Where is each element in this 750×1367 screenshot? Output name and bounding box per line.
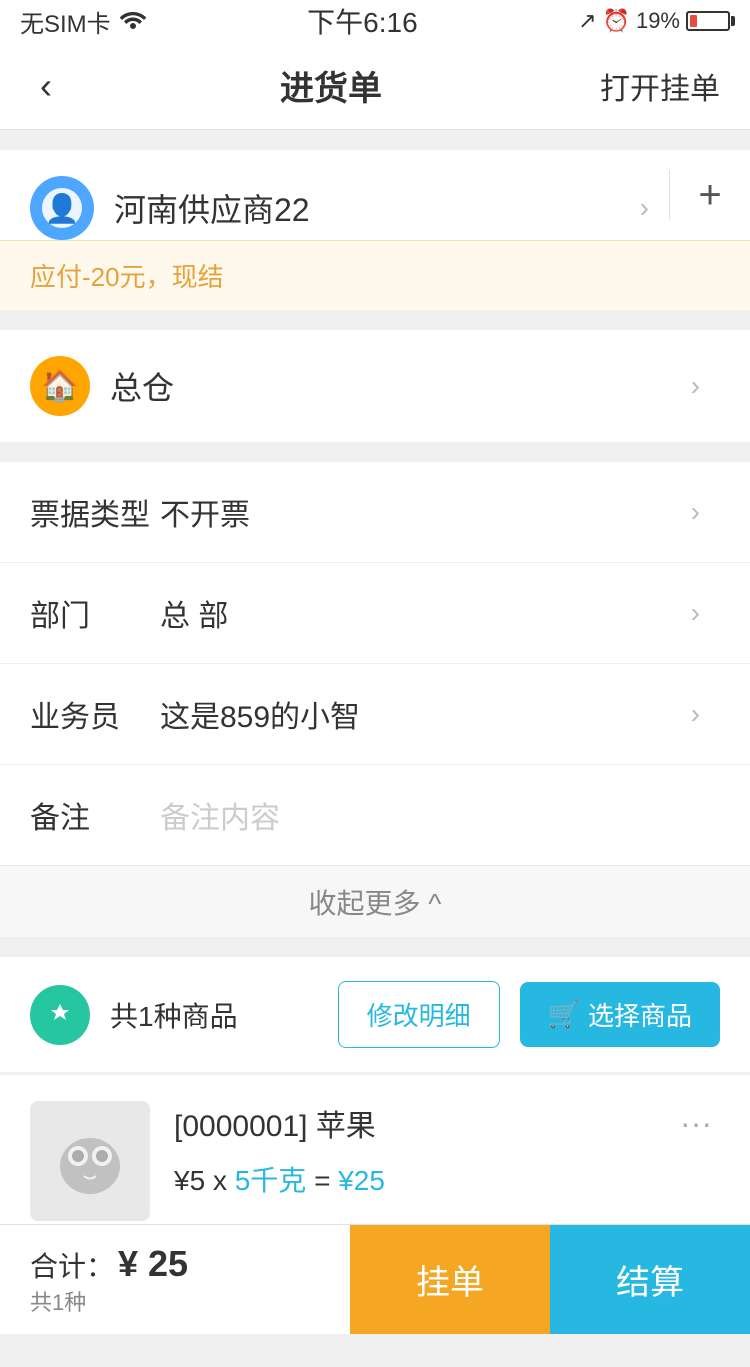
department-chevron-icon: ›: [671, 597, 720, 629]
remark-row[interactable]: 备注 备注内容: [0, 765, 750, 865]
notice-bar: 应付-20元，现结: [0, 240, 750, 310]
form-section: 票据类型 不开票 › 部门 总 部 › 业务员 这是859的小智 › 备注 备注…: [0, 462, 750, 865]
product-thumbnail: [30, 1101, 150, 1221]
product-count-label: 共1种商品: [110, 995, 318, 1035]
collapse-label: 收起更多 ^: [309, 882, 442, 922]
status-left: 无SIM卡: [20, 4, 147, 39]
warehouse-icon: 🏠: [30, 356, 90, 416]
total-prefix: 合计：: [30, 1245, 114, 1285]
warehouse-selector[interactable]: 🏠 总仓 ›: [0, 330, 750, 442]
cart-icon: 🛒: [548, 999, 580, 1030]
line-total: ¥25: [338, 1165, 385, 1196]
department-label: 部门: [30, 591, 160, 635]
total-amount: ¥ 25: [118, 1243, 188, 1285]
page-title: 进货单: [280, 61, 382, 110]
location-icon: ↗: [578, 8, 596, 34]
ticket-type-value: 不开票: [160, 490, 671, 534]
total-section: 合计： ¥ 25 共1种: [0, 1225, 350, 1334]
product-item: [0000001] 苹果 ¥5 x 5千克 = ¥25 ···: [0, 1074, 750, 1247]
ticket-type-row[interactable]: 票据类型 不开票 ›: [0, 462, 750, 563]
supplier-section: 👤 河南供应商22 › +: [0, 150, 750, 240]
hang-button[interactable]: 挂单: [350, 1225, 550, 1334]
product-title: 苹果: [316, 1110, 376, 1143]
supplier-avatar: 👤: [30, 176, 94, 240]
alarm-icon: ⏰: [603, 8, 630, 34]
equals-symbol: =: [314, 1165, 338, 1196]
wifi-icon: [119, 7, 147, 36]
collapse-bar[interactable]: 收起更多 ^: [0, 865, 750, 937]
back-button[interactable]: ‹: [30, 55, 62, 117]
chevron-right-icon: ›: [620, 192, 669, 224]
product-header: 共1种商品 修改明细 🛒 选择商品: [0, 957, 750, 1072]
open-hang-button[interactable]: 打开挂单: [600, 64, 720, 108]
multiply-symbol: x: [213, 1165, 235, 1196]
warehouse-chevron-icon: ›: [671, 370, 720, 402]
nav-bar: ‹ 进货单 打开挂单: [0, 42, 750, 130]
section-gap-1: [0, 130, 750, 150]
battery-percent: 19%: [636, 8, 680, 34]
product-price: ¥5 x 5千克 = ¥25: [174, 1159, 672, 1199]
battery-icon: [686, 11, 730, 31]
bottom-bar: 合计： ¥ 25 共1种 挂单 结算: [0, 1224, 750, 1334]
status-bar: 无SIM卡 下午6:16 ↗ ⏰ 19%: [0, 0, 750, 42]
department-row[interactable]: 部门 总 部 ›: [0, 563, 750, 664]
product-info: [0000001] 苹果 ¥5 x 5千克 = ¥25: [174, 1101, 672, 1199]
status-right: ↗ ⏰ 19%: [578, 8, 730, 34]
salesperson-chevron-icon: ›: [671, 698, 720, 730]
salesperson-value: 这是859的小智: [160, 692, 671, 736]
unit-price: ¥5: [174, 1165, 205, 1196]
section-gap-2: [0, 310, 750, 330]
remark-input[interactable]: 备注内容: [160, 793, 720, 837]
person-icon: 👤: [45, 192, 80, 225]
quantity: 5千克: [235, 1165, 307, 1196]
product-code: [0000001]: [174, 1110, 307, 1143]
add-supplier-button[interactable]: +: [670, 150, 750, 240]
warehouse-name: 总仓: [110, 363, 671, 409]
select-product-button[interactable]: 🛒 选择商品: [520, 982, 720, 1047]
notice-text: 应付-20元，现结: [30, 262, 224, 292]
product-count-icon: [30, 985, 90, 1045]
ticket-type-chevron-icon: ›: [671, 496, 720, 528]
checkout-button[interactable]: 结算: [550, 1225, 750, 1334]
section-gap-3: [0, 442, 750, 462]
department-value: 总 部: [160, 591, 671, 635]
status-time: 下午6:16: [307, 1, 418, 41]
salesperson-row[interactable]: 业务员 这是859的小智 ›: [0, 664, 750, 765]
modify-detail-button[interactable]: 修改明细: [338, 981, 500, 1048]
supplier-name: 河南供应商22: [114, 185, 620, 231]
salesperson-label: 业务员: [30, 692, 160, 736]
product-more-button[interactable]: ···: [672, 1101, 720, 1146]
total-sub-label: 共1种: [30, 1285, 86, 1317]
product-name: [0000001] 苹果: [174, 1101, 672, 1145]
carrier-label: 无SIM卡: [20, 4, 111, 39]
remark-label: 备注: [30, 793, 160, 837]
select-product-label: 选择商品: [588, 996, 692, 1033]
supplier-selector[interactable]: 👤 河南供应商22 ›: [0, 150, 669, 240]
ticket-type-label: 票据类型: [30, 490, 160, 534]
